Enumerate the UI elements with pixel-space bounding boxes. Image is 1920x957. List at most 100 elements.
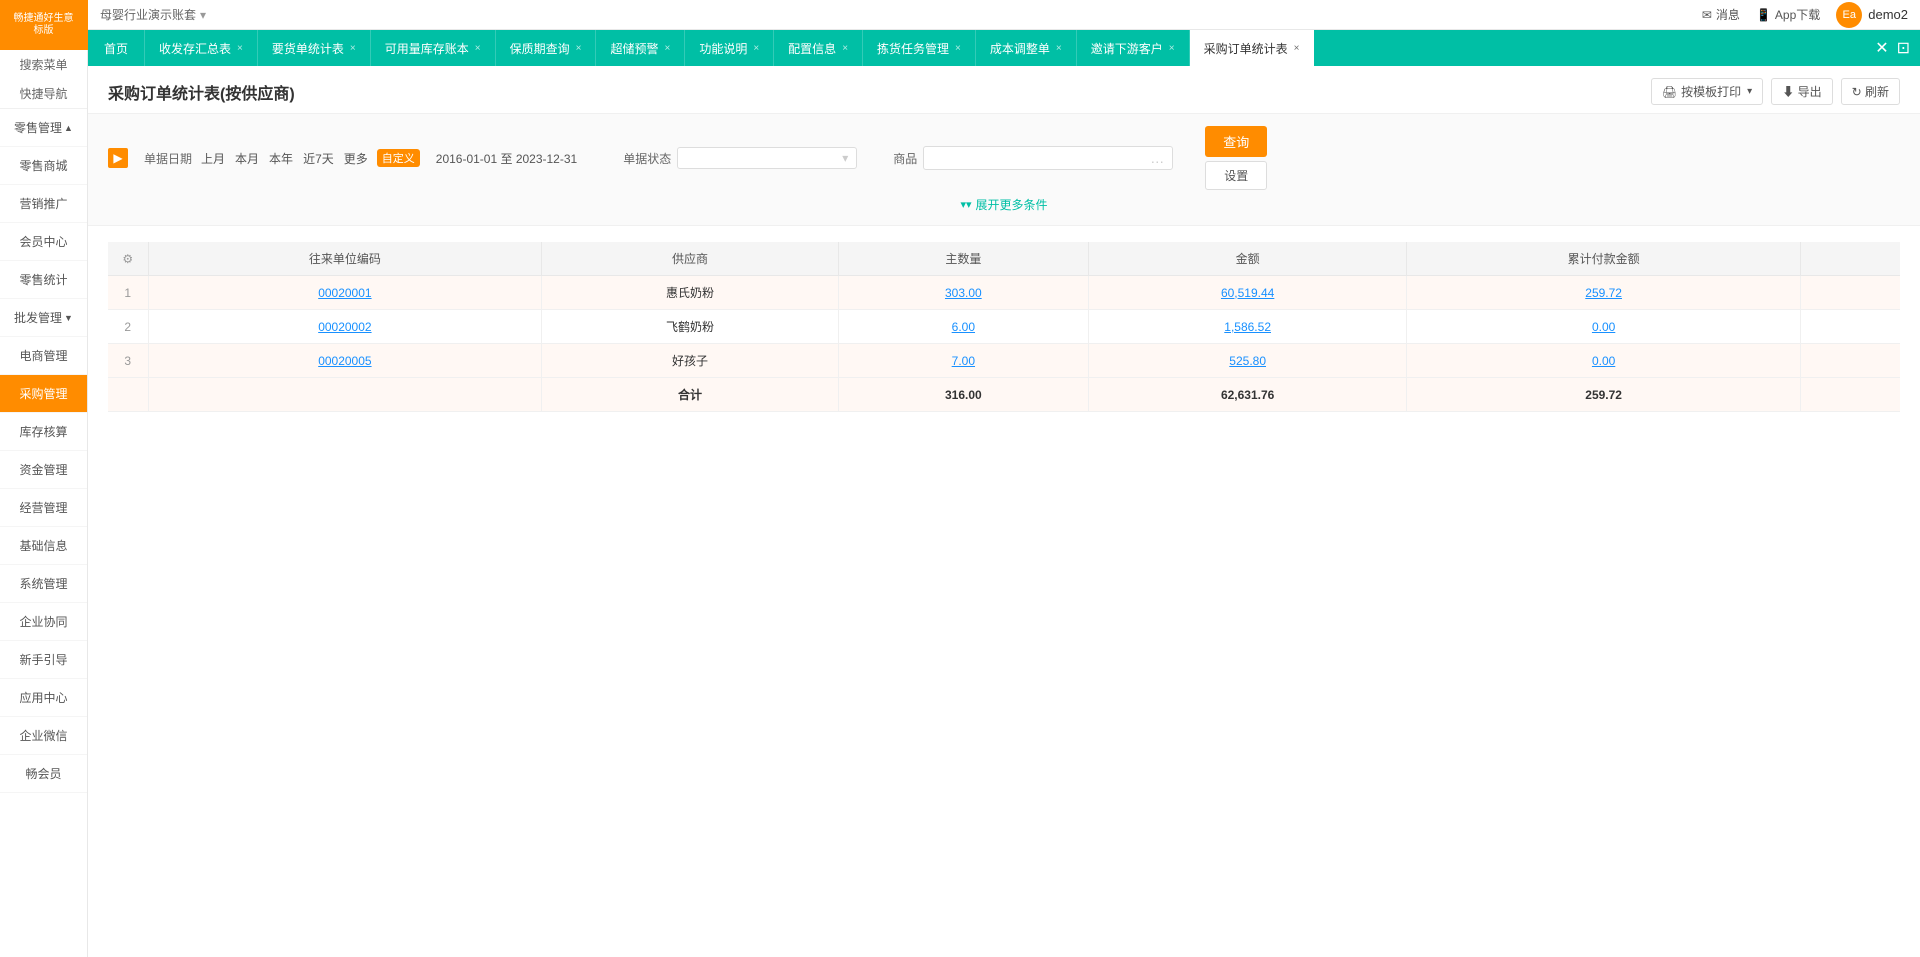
- refresh-button[interactable]: ↻ 刷新: [1841, 78, 1900, 105]
- sidebar-item-xitong[interactable]: 系统管理: [0, 565, 87, 603]
- sidebar-item-qiye[interactable]: 企业协同: [0, 603, 87, 641]
- cell-amount-1[interactable]: 60,519.44: [1089, 276, 1407, 310]
- shortcut-this-year[interactable]: 本年: [266, 149, 296, 168]
- expand-more-button[interactable]: ▾▾ 展开更多条件: [108, 190, 1900, 213]
- footer-label: 合计: [542, 378, 838, 412]
- sidebar-item-lingshou[interactable]: 零售管理 ▲: [0, 109, 87, 147]
- settings-button[interactable]: 设置: [1205, 161, 1267, 190]
- close-icon[interactable]: ×: [237, 43, 243, 54]
- sidebar-item-weixin[interactable]: 企业微信: [0, 717, 87, 755]
- shortcut-more[interactable]: 更多: [341, 149, 371, 168]
- close-icon[interactable]: ×: [350, 43, 356, 54]
- tab-chaochu[interactable]: 超储预警 ×: [596, 30, 685, 66]
- user-menu[interactable]: Ea demo2: [1836, 2, 1908, 28]
- page-actions: 🖨 按模板打印 ▾ ⬇ 导出 ↻ 刷新: [1651, 78, 1900, 105]
- nav-window-actions: ✕ ⊡: [1865, 38, 1920, 58]
- tab-caigou[interactable]: 采购订单统计表 ×: [1190, 30, 1315, 66]
- tab-gongneng[interactable]: 功能说明 ×: [685, 30, 774, 66]
- sidebar-item-dianshang[interactable]: 电商管理: [0, 337, 87, 375]
- sidebar-logo[interactable]: 畅捷通好生意 标版: [0, 0, 88, 50]
- sidebar-item-jingying[interactable]: 经营管理: [0, 489, 87, 527]
- shortcut-this-month[interactable]: 本月: [232, 149, 262, 168]
- cell-rownum-1: 1: [108, 276, 148, 310]
- status-dropdown-icon: ▾: [842, 151, 848, 165]
- export-button[interactable]: ⬇ 导出: [1771, 78, 1832, 105]
- cell-code-2[interactable]: 00020002: [148, 310, 542, 344]
- goods-input[interactable]: …: [923, 146, 1173, 170]
- window-close-button[interactable]: ✕: [1875, 38, 1888, 58]
- close-icon[interactable]: ×: [576, 43, 582, 54]
- table-row: 1 00020001 惠氏奶粉 303.00 60,519.44 259.72: [108, 276, 1900, 310]
- cell-qty-3[interactable]: 7.00: [838, 344, 1088, 378]
- tab-chengben[interactable]: 成本调整单 ×: [976, 30, 1077, 66]
- avatar: Ea: [1836, 2, 1862, 28]
- print-button[interactable]: 🖨 按模板打印 ▾: [1651, 78, 1763, 105]
- sidebar-item-kucun[interactable]: 库存核算: [0, 413, 87, 451]
- close-icon[interactable]: ×: [842, 43, 848, 54]
- col-gear[interactable]: ⚙: [108, 242, 148, 276]
- app-download-button[interactable]: 📱 App下载: [1756, 6, 1820, 23]
- tab-yaohuo[interactable]: 要货单统计表 ×: [258, 30, 371, 66]
- sidebar-item-yingyong[interactable]: 应用中心: [0, 679, 87, 717]
- tab-peizhi[interactable]: 配置信息 ×: [774, 30, 863, 66]
- sidebar-item-lingshoutongji[interactable]: 零售统计: [0, 261, 87, 299]
- cell-qty-1[interactable]: 303.00: [838, 276, 1088, 310]
- cell-qty-2[interactable]: 6.00: [838, 310, 1088, 344]
- more-icon[interactable]: …: [1150, 150, 1164, 166]
- close-icon[interactable]: ×: [475, 43, 481, 54]
- date-range-display[interactable]: 2016-01-01 至 2023-12-31: [436, 150, 577, 167]
- cell-code-3[interactable]: 00020005: [148, 344, 542, 378]
- shortcut-7days[interactable]: 近7天: [300, 149, 337, 168]
- print-icon: 🖨: [1662, 85, 1677, 99]
- sidebar-item-zijin[interactable]: 资金管理: [0, 451, 87, 489]
- shortcut-last-month[interactable]: 上月: [198, 149, 228, 168]
- cell-supplier-2: 飞鹤奶粉: [542, 310, 838, 344]
- print-dropdown-icon[interactable]: ▾: [1747, 86, 1752, 97]
- sidebar-item-xinshou[interactable]: 新手引导: [0, 641, 87, 679]
- close-icon[interactable]: ×: [664, 43, 670, 54]
- query-section: 查询 设置: [1205, 126, 1267, 190]
- dropdown-icon[interactable]: ▾: [200, 8, 206, 22]
- query-button[interactable]: 查询: [1205, 126, 1267, 157]
- close-icon[interactable]: ×: [955, 43, 961, 54]
- tab-yaoqing[interactable]: 邀请下游客户 ×: [1077, 30, 1190, 66]
- footer-paid: 259.72: [1407, 378, 1801, 412]
- message-button[interactable]: ✉ 消息: [1702, 6, 1740, 23]
- page-title: 采购订单统计表(按供应商): [108, 80, 295, 104]
- sidebar-item-lingshougouwu[interactable]: 零售商城: [0, 147, 87, 185]
- sidebar-item-yingxiao[interactable]: 营销推广: [0, 185, 87, 223]
- footer-amount: 62,631.76: [1089, 378, 1407, 412]
- goods-filter-item: 商品 …: [893, 146, 1173, 170]
- cell-extra-1: [1801, 276, 1901, 310]
- status-filter-item: 单据状态 ▾: [623, 147, 857, 169]
- sidebar-shortcut[interactable]: 快捷导航: [0, 79, 87, 109]
- tab-zhihuo[interactable]: 拣货任务管理 ×: [863, 30, 976, 66]
- page-header: 采购订单统计表(按供应商) 🖨 按模板打印 ▾ ⬇ 导出 ↻ 刷新: [88, 66, 1920, 114]
- cell-amount-2[interactable]: 1,586.52: [1089, 310, 1407, 344]
- tab-baogong[interactable]: 保质期查询 ×: [496, 30, 597, 66]
- cell-amount-3[interactable]: 525.80: [1089, 344, 1407, 378]
- tab-home[interactable]: 首页: [88, 30, 145, 66]
- sidebar-item-caigou[interactable]: 采购管理: [0, 375, 87, 413]
- close-icon[interactable]: ×: [1169, 43, 1175, 54]
- window-restore-button[interactable]: ⊡: [1897, 38, 1910, 58]
- close-icon[interactable]: ×: [1294, 43, 1300, 54]
- collapse-filter-button[interactable]: ▶: [108, 148, 128, 168]
- cell-code-1[interactable]: 00020001: [148, 276, 542, 310]
- close-icon[interactable]: ×: [753, 43, 759, 54]
- sidebar-search[interactable]: 搜索菜单: [19, 50, 67, 79]
- close-icon[interactable]: ×: [1056, 43, 1062, 54]
- date-shortcuts: 上月 本月 本年 近7天 更多: [198, 149, 371, 168]
- status-select[interactable]: ▾: [677, 147, 857, 169]
- sidebar-item-changhui[interactable]: 畅会员: [0, 755, 87, 793]
- col-supplier: 供应商: [542, 242, 838, 276]
- cell-paid-2[interactable]: 0.00: [1407, 310, 1801, 344]
- sidebar-item-huiyuan[interactable]: 会员中心: [0, 223, 87, 261]
- sidebar-item-jichu[interactable]: 基础信息: [0, 527, 87, 565]
- tab-shoufahuizong[interactable]: 收发存汇总表 ×: [145, 30, 258, 66]
- sidebar-item-pifa[interactable]: 批发管理 ▼: [0, 299, 87, 337]
- tab-keyongliang[interactable]: 可用量库存账本 ×: [371, 30, 496, 66]
- cell-paid-1[interactable]: 259.72: [1407, 276, 1801, 310]
- gear-icon[interactable]: ⚙: [122, 252, 133, 266]
- cell-paid-3[interactable]: 0.00: [1407, 344, 1801, 378]
